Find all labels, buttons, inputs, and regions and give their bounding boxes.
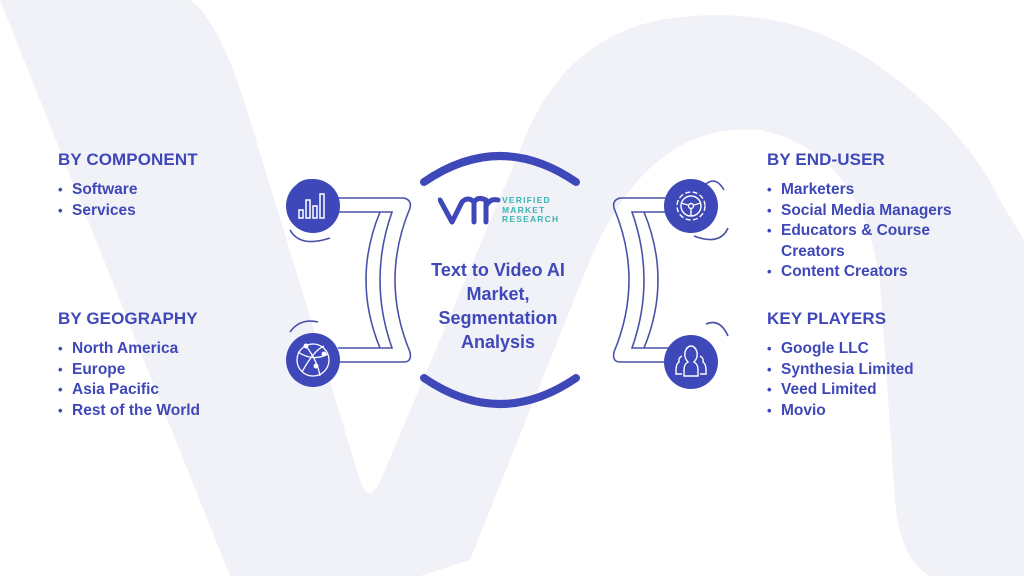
- list-item: Rest of the World: [58, 401, 200, 422]
- section-key-players: KEY PLAYERS Google LLC Synthesia Limited…: [767, 309, 914, 421]
- section-by-end-user: BY END-USER Marketers Social Media Manag…: [767, 150, 986, 283]
- logo-line-research: RESEARCH: [502, 214, 560, 224]
- center-title: Text to Video AI Market, Segmentation An…: [414, 258, 582, 354]
- section-heading: KEY PLAYERS: [767, 309, 887, 328]
- center-top-arc: [420, 152, 580, 186]
- list-item: Asia Pacific: [58, 380, 200, 401]
- list-item: North America: [58, 339, 200, 360]
- list-item: Europe: [58, 360, 200, 381]
- list-item: Social Media Managers: [767, 201, 986, 222]
- center-title-line: Market,: [466, 284, 530, 304]
- list-item: Marketers: [767, 180, 986, 201]
- vmr-logo-text: VERIFIED MARKET RESEARCH: [502, 195, 560, 225]
- list-item: Content Creators: [767, 262, 986, 283]
- gear-steering-icon: [664, 179, 718, 233]
- bar-chart-icon: [286, 179, 340, 233]
- segment-list: North America Europe Asia Pacific Rest o…: [58, 339, 200, 421]
- section-heading: BY END-USER: [767, 150, 885, 169]
- segment-list: Marketers Social Media Managers Educator…: [767, 180, 986, 283]
- users-group-icon: [664, 335, 718, 389]
- list-item: Educators & Course Creators: [767, 221, 986, 262]
- center-title-line: Analysis: [460, 332, 536, 352]
- list-item: Software: [58, 180, 198, 201]
- globe-network-icon: [286, 333, 340, 387]
- section-heading: BY GEOGRAPHY: [58, 309, 198, 328]
- center-title-line: Segmentation: [438, 308, 558, 328]
- center-bottom-arc: [420, 374, 580, 408]
- list-item: Veed Limited: [767, 380, 914, 401]
- center-title-line: Text to Video AI: [431, 260, 565, 280]
- section-by-geography: BY GEOGRAPHY North America Europe Asia P…: [58, 309, 200, 421]
- section-by-component: BY COMPONENT Software Services: [58, 150, 198, 221]
- section-heading: BY COMPONENT: [58, 150, 198, 169]
- segment-list: Software Services: [58, 180, 198, 221]
- list-item: Synthesia Limited: [767, 360, 914, 381]
- list-item: Google LLC: [767, 339, 914, 360]
- list-item: Services: [58, 201, 198, 222]
- segment-list: Google LLC Synthesia Limited Veed Limite…: [767, 339, 914, 421]
- list-item: Movio: [767, 401, 914, 422]
